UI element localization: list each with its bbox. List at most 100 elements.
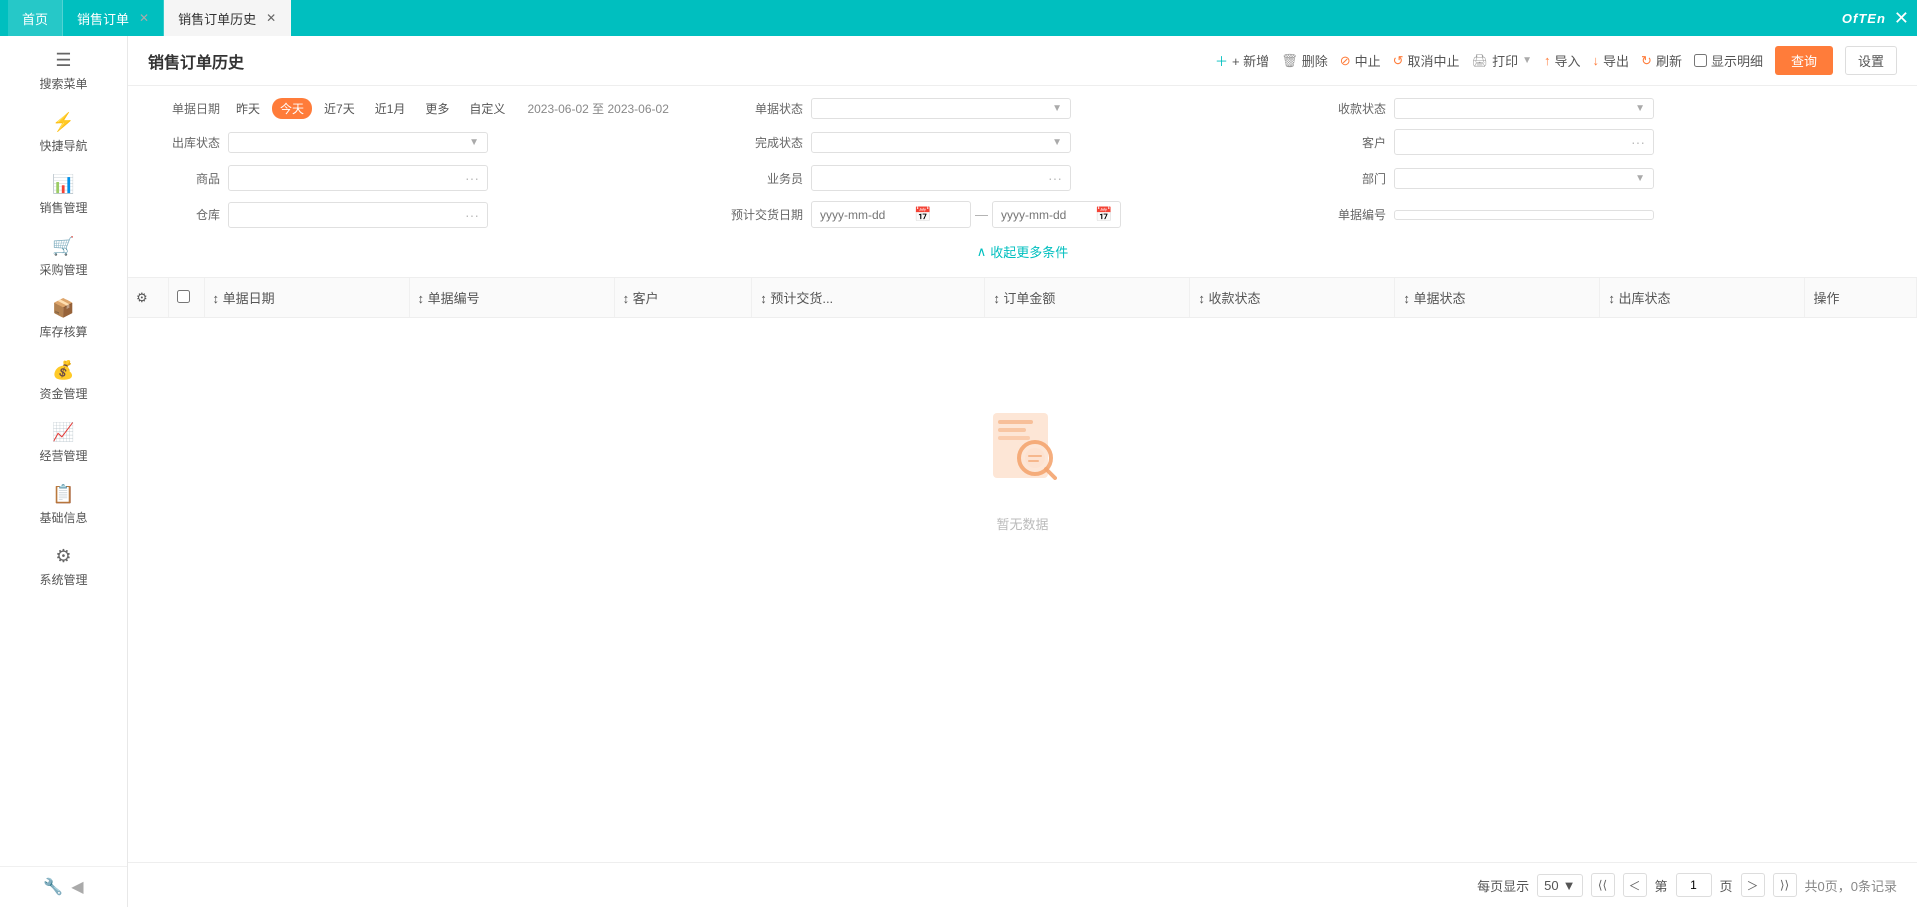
new-icon: ＋ [1215, 51, 1228, 70]
th-order-status: ↕ 单据状态 [1395, 278, 1600, 318]
th-customer-label: ↕ 客户 [623, 291, 659, 306]
collapse-btn[interactable]: ∧ 收起更多条件 [148, 238, 1897, 265]
date-tag-1month[interactable]: 近1月 [367, 98, 414, 119]
table-header-row: ⚙ ↕ 单据日期 ↕ 单据编号 ↕ 客户 [128, 278, 1917, 318]
warehouse-input[interactable]: ··· [228, 202, 488, 228]
prev-page-btn[interactable]: ＜ [1623, 873, 1647, 897]
sales-order-history-tab-close[interactable]: ✕ [266, 11, 276, 25]
tab-sales-order-history[interactable]: 销售订单历史 ✕ [164, 0, 291, 36]
sidebar-item-basic-info-label: 基础信息 [39, 509, 87, 526]
export-btn[interactable]: ↓ 导出 [1593, 51, 1630, 70]
completion-status-label: 完成状态 [731, 134, 811, 151]
next-page-btn[interactable]: ＞ [1741, 873, 1765, 897]
query-btn[interactable]: 查询 [1775, 46, 1833, 75]
sidebar-item-system-mgmt[interactable]: ⚙ 系统管理 [0, 536, 127, 598]
product-label: 商品 [148, 170, 228, 187]
date-tag-custom[interactable]: 自定义 [461, 98, 513, 119]
th-amount: ↕ 订单金额 [985, 278, 1190, 318]
th-action-label: 操作 [1813, 291, 1839, 306]
order-number-input[interactable] [1394, 210, 1654, 220]
sidebar-item-basic-info[interactable]: 📋 基础信息 [0, 474, 127, 536]
tab-sales-order[interactable]: 销售订单 ✕ [63, 0, 164, 36]
customer-input[interactable]: ··· [1394, 129, 1654, 155]
refresh-btn[interactable]: ↻ 刷新 [1641, 51, 1682, 70]
calendar-end-icon[interactable]: 📅 [1095, 206, 1112, 223]
capital-mgmt-icon: 💰 [52, 360, 74, 381]
delivery-date-label: 预计交货日期 [731, 206, 811, 223]
department-select[interactable]: ▼ [1394, 168, 1654, 189]
sidebar-item-sales-mgmt[interactable]: 📊 销售管理 [0, 164, 127, 226]
filter-row-2: 出库状态 ▼ 完成状态 ▼ 客户 [148, 129, 1897, 155]
date-separator: — [975, 207, 988, 222]
tab-home[interactable]: 首页 [8, 0, 63, 36]
date-tag-today[interactable]: 今天 [272, 98, 312, 119]
calendar-start-icon[interactable]: 📅 [914, 206, 931, 223]
print-btn[interactable]: 🖨 打印 ▼ [1472, 51, 1532, 70]
brand-label: OfTEn [1842, 11, 1886, 26]
delivery-date-start-input[interactable] [820, 208, 910, 222]
sidebar-item-system-mgmt-label: 系统管理 [39, 571, 87, 588]
sidebar-item-inventory-check-label: 库存核算 [39, 323, 87, 340]
page-size-select[interactable]: 50 ▼ [1537, 874, 1582, 897]
home-tab-label: 首页 [22, 9, 48, 28]
sales-mgmt-icon: 📊 [52, 174, 74, 195]
display-detail-input[interactable] [1694, 54, 1707, 67]
stop-btn[interactable]: ⊘ 中止 [1340, 51, 1381, 70]
th-order-status-label: ↕ 单据状态 [1403, 291, 1465, 306]
toolbar: ＋ + 新增 🗑 删除 ⊘ 中止 ↺ 取消中止 🖨 打印 [1215, 46, 1897, 75]
settings-icon[interactable]: ⚙ [136, 290, 148, 305]
date-filter-label: 单据日期 [148, 100, 228, 117]
date-tag-yesterday[interactable]: 昨天 [228, 98, 268, 119]
sidebar-item-capital-mgmt-label: 资金管理 [39, 385, 87, 402]
sidebar-item-ops-mgmt[interactable]: 📈 经营管理 [0, 412, 127, 474]
sidebar-item-purchase-mgmt[interactable]: 🛒 采购管理 [0, 226, 127, 288]
sidebar-item-quick-nav[interactable]: ⚡ 快捷导航 [0, 102, 127, 164]
display-detail-checkbox[interactable]: 显示明细 [1694, 51, 1763, 70]
sales-order-history-tab-label: 销售订单历史 [178, 9, 256, 28]
th-settings[interactable]: ⚙ [128, 278, 168, 318]
sidebar-item-search-menu[interactable]: ☰ 搜索菜单 [0, 40, 127, 102]
cancel-stop-btn[interactable]: ↺ 取消中止 [1393, 51, 1460, 70]
salesperson-input[interactable]: ··· [811, 165, 1071, 191]
ops-mgmt-icon: 📈 [52, 422, 74, 443]
completion-status-select[interactable]: ▼ [811, 132, 1071, 153]
settings-btn[interactable]: 设置 [1845, 46, 1897, 75]
sidebar-item-capital-mgmt[interactable]: 💰 资金管理 [0, 350, 127, 412]
new-btn[interactable]: ＋ + 新增 [1215, 51, 1269, 70]
refresh-icon: ↻ [1641, 53, 1652, 69]
payment-status-select[interactable]: ▼ [1394, 98, 1654, 119]
inventory-check-icon: 📦 [52, 298, 74, 319]
shipment-status-select[interactable]: ▼ [228, 132, 488, 153]
product-input[interactable]: ··· [228, 165, 488, 191]
sidebar-collapse-btn[interactable]: ◀ [71, 877, 83, 897]
sidebar-settings-btn[interactable]: 🔧 [43, 877, 63, 897]
th-amount-label: ↕ 订单金额 [993, 291, 1055, 306]
import-btn[interactable]: ↑ 导入 [1544, 51, 1581, 70]
window-close-btn[interactable]: ✕ [1894, 8, 1909, 29]
first-page-btn[interactable]: ⟨⟨ [1591, 873, 1615, 897]
sidebar-item-purchase-mgmt-label: 采购管理 [39, 261, 87, 278]
date-tag-7days[interactable]: 近7天 [316, 98, 363, 119]
delivery-date-start-group: 📅 [811, 201, 971, 228]
delivery-date-end-input[interactable] [1001, 208, 1091, 222]
basic-info-icon: 📋 [52, 484, 74, 505]
order-status-select[interactable]: ▼ [811, 98, 1071, 119]
current-page-input[interactable] [1676, 873, 1712, 897]
th-checkbox[interactable] [168, 278, 204, 318]
department-label: 部门 [1314, 170, 1394, 187]
select-all-checkbox[interactable] [177, 290, 190, 303]
warehouse-dots-icon: ··· [465, 207, 479, 223]
total-info: 共0页，0条记录 [1805, 876, 1897, 895]
cancel-stop-icon: ↺ [1393, 53, 1404, 69]
data-table: ⚙ ↕ 单据日期 ↕ 单据编号 ↕ 客户 [128, 278, 1917, 318]
delete-icon: 🗑 [1281, 53, 1298, 69]
page-title: 销售订单历史 [148, 49, 244, 73]
date-tag-more[interactable]: 更多 [417, 98, 457, 119]
last-page-btn[interactable]: ⟩⟩ [1773, 873, 1797, 897]
sales-order-tab-close[interactable]: ✕ [139, 11, 149, 25]
delete-btn[interactable]: 🗑 删除 [1281, 51, 1328, 70]
display-detail-label: 显示明细 [1711, 51, 1763, 70]
salesperson-dots-icon: ··· [1048, 170, 1062, 186]
sidebar-bottom: 🔧 ◀ [0, 866, 127, 907]
sidebar-item-inventory-check[interactable]: 📦 库存核算 [0, 288, 127, 350]
